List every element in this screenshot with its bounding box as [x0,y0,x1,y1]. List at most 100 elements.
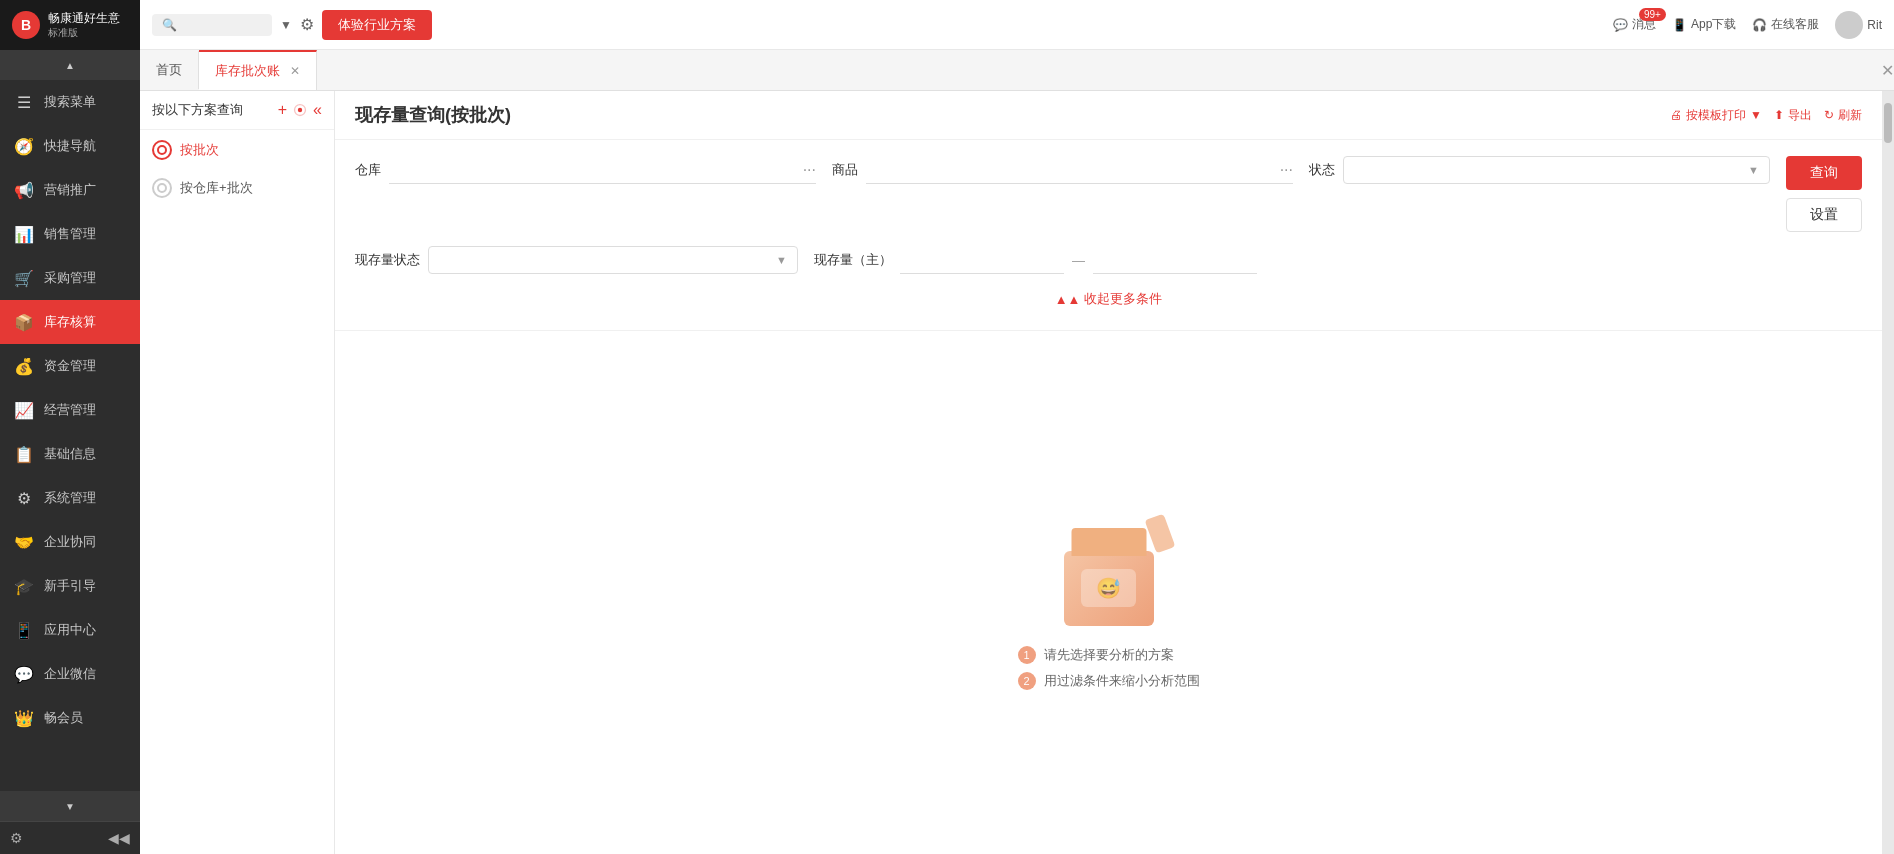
quicknav-icon: 🧭 [14,136,34,156]
settings-icon[interactable]: ⚙ [10,830,23,846]
topbar: 🔍 ▼ ⚙ 体验行业方案 💬 消息 99+ 📱 App下载 🎧 在线客服 Rit [140,0,1894,50]
experience-btn[interactable]: 体验行业方案 [322,10,432,40]
inactive-scheme-icon [156,182,168,194]
collapse-left-panel-btn[interactable]: « [313,101,322,119]
inventory-quantity-from[interactable] [900,246,1064,274]
refresh-btn[interactable]: ↻ 刷新 [1824,107,1862,124]
inventory-status-select[interactable]: ▼ [428,246,798,274]
scheme-batch-icon [152,140,172,160]
warehouse-input[interactable]: ··· [389,156,816,184]
topbar-search-icon: 🔍 [162,18,177,32]
export-label: 导出 [1788,107,1812,124]
sidebar-item-finance[interactable]: 💰 资金管理 [0,344,140,388]
right-scrollbar[interactable] [1882,91,1894,854]
sidebar-item-basic[interactable]: 📋 基础信息 [0,432,140,476]
sidebar-item-inventory[interactable]: 📦 库存核算 [0,300,140,344]
sidebar-item-member[interactable]: 👑 畅会员 [0,696,140,740]
goods-input[interactable]: ··· [866,156,1293,184]
sidebar-item-label-marketing: 营销推广 [44,181,96,199]
sidebar-item-label-purchase: 采购管理 [44,269,96,287]
sidebar-item-label-member: 畅会员 [44,709,83,727]
filter-settings-btn[interactable]: 设置 [1786,198,1862,232]
collapse-sidebar-icon[interactable]: ◀◀ [108,830,130,846]
add-scheme-btn[interactable]: + [278,101,287,119]
warehouse-label: 仓库 [355,161,381,179]
sidebar-item-purchase[interactable]: 🛒 采购管理 [0,256,140,300]
app-download-label: App下载 [1691,16,1736,33]
export-icon: ⬆ [1774,108,1784,122]
panel-close-btn[interactable]: ✕ [1881,61,1894,80]
warehouse-dots-icon[interactable]: ··· [803,161,816,179]
print-btn[interactable]: 🖨 按模板打印 ▼ [1670,107,1762,124]
sidebar-item-marketing[interactable]: 📢 营销推广 [0,168,140,212]
inventory-quantity-to[interactable] [1093,246,1257,274]
sidebar-item-management[interactable]: 📈 经营管理 [0,388,140,432]
tab-home[interactable]: 首页 [140,51,199,89]
sidebar-item-label-system: 系统管理 [44,489,96,507]
topbar-icons: 💬 消息 99+ 📱 App下载 🎧 在线客服 Rit [1613,11,1882,39]
basic-icon: 📋 [14,444,34,464]
sidebar-item-system[interactable]: ⚙ 系统管理 [0,476,140,520]
status-label: 状态 [1309,161,1335,179]
sidebar-item-quicknav[interactable]: 🧭 快捷导航 [0,124,140,168]
app-download-item[interactable]: 📱 App下载 [1672,16,1736,33]
empty-tip-2: 2 用过滤条件来缩小分析范围 [1018,672,1200,690]
query-btn[interactable]: 查询 [1786,156,1862,190]
status-select[interactable]: ▼ [1343,156,1770,184]
tab-close-btn[interactable]: ✕ [290,64,300,78]
scheme-item-warehouse-batch[interactable]: 按仓库+批次 [140,170,334,206]
sidebar-item-newbie[interactable]: 🎓 新手引导 [0,564,140,608]
topbar-gear-btn[interactable]: ⚙ [300,15,314,34]
user-avatar-item[interactable]: Rit [1835,11,1882,39]
print-label: 按模板打印 [1686,107,1746,124]
inventory-icon: 📦 [14,312,34,332]
page-header: 现存量查询(按批次) 🖨 按模板打印 ▼ ⬆ 导出 ↻ 刷新 [335,91,1882,140]
sidebar-scroll-down[interactable]: ▼ [0,791,140,821]
empty-tip-1: 1 请先选择要分析的方案 [1018,646,1200,664]
export-btn[interactable]: ⬆ 导出 [1774,107,1812,124]
sidebar-item-label-quicknav: 快捷导航 [44,137,96,155]
goods-label: 商品 [832,161,858,179]
sidebar-item-wechat[interactable]: 💬 企业微信 [0,652,140,696]
sidebar-footer: ⚙ ◀◀ [0,821,140,854]
warehouse-filter-field: 仓库 ··· [355,156,816,184]
newbie-icon: 🎓 [14,576,34,596]
scheme-warehouse-batch-icon [152,178,172,198]
tip-text-2: 用过滤条件来缩小分析范围 [1044,672,1200,690]
topbar-chevron-btn[interactable]: ▼ [280,18,292,32]
refresh-label: 刷新 [1838,107,1862,124]
scheme-item-batch[interactable]: 按批次 [140,130,334,170]
online-service-item[interactable]: 🎧 在线客服 [1752,16,1819,33]
collapse-up-icon: ▲▲ [1055,292,1081,307]
message-icon-item[interactable]: 💬 消息 99+ [1613,16,1656,33]
sidebar: B 畅康通好生意 标准版 ▲ ☰ 搜索菜单 🧭 快捷导航 📢 营销推广 📊 销售… [0,0,140,854]
sidebar-item-label-search: 搜索菜单 [44,93,96,111]
tab-batch-account[interactable]: 库存批次账 ✕ [199,50,317,90]
empty-box-lid [1071,528,1146,556]
empty-arm [1144,513,1175,553]
user-name: Rit [1867,18,1882,32]
active-scheme-icon [156,144,168,156]
system-icon: ⚙ [14,488,34,508]
management-icon: 📈 [14,400,34,420]
tip-text-1: 请先选择要分析的方案 [1044,646,1174,664]
sidebar-item-search[interactable]: ☰ 搜索菜单 [0,80,140,124]
collapse-more-btn[interactable]: ▲▲ 收起更多条件 [1055,284,1163,314]
left-panel-header: 按以下方案查询 + « [140,91,334,130]
tip-num-2: 2 [1018,672,1036,690]
app-logo: B [12,11,40,39]
goods-dots-icon[interactable]: ··· [1280,161,1293,179]
refresh-icon: ↻ [1824,108,1834,122]
svg-point-1 [158,146,166,154]
topbar-search-box[interactable]: 🔍 [152,14,272,36]
scheme-settings-btn[interactable] [293,103,307,117]
message-badge: 99+ [1639,8,1666,21]
sidebar-item-sales[interactable]: 📊 销售管理 [0,212,140,256]
sidebar-header: B 畅康通好生意 标准版 [0,0,140,50]
settings-gear-icon [293,103,307,117]
sidebar-item-enterprise[interactable]: 🤝 企业协同 [0,520,140,564]
main-area: 🔍 ▼ ⚙ 体验行业方案 💬 消息 99+ 📱 App下载 🎧 在线客服 Rit [140,0,1894,854]
sidebar-item-appcenter[interactable]: 📱 应用中心 [0,608,140,652]
sidebar-scroll-up[interactable]: ▲ [0,50,140,80]
collapse-btn-wrap: ▲▲ 收起更多条件 [355,284,1862,314]
